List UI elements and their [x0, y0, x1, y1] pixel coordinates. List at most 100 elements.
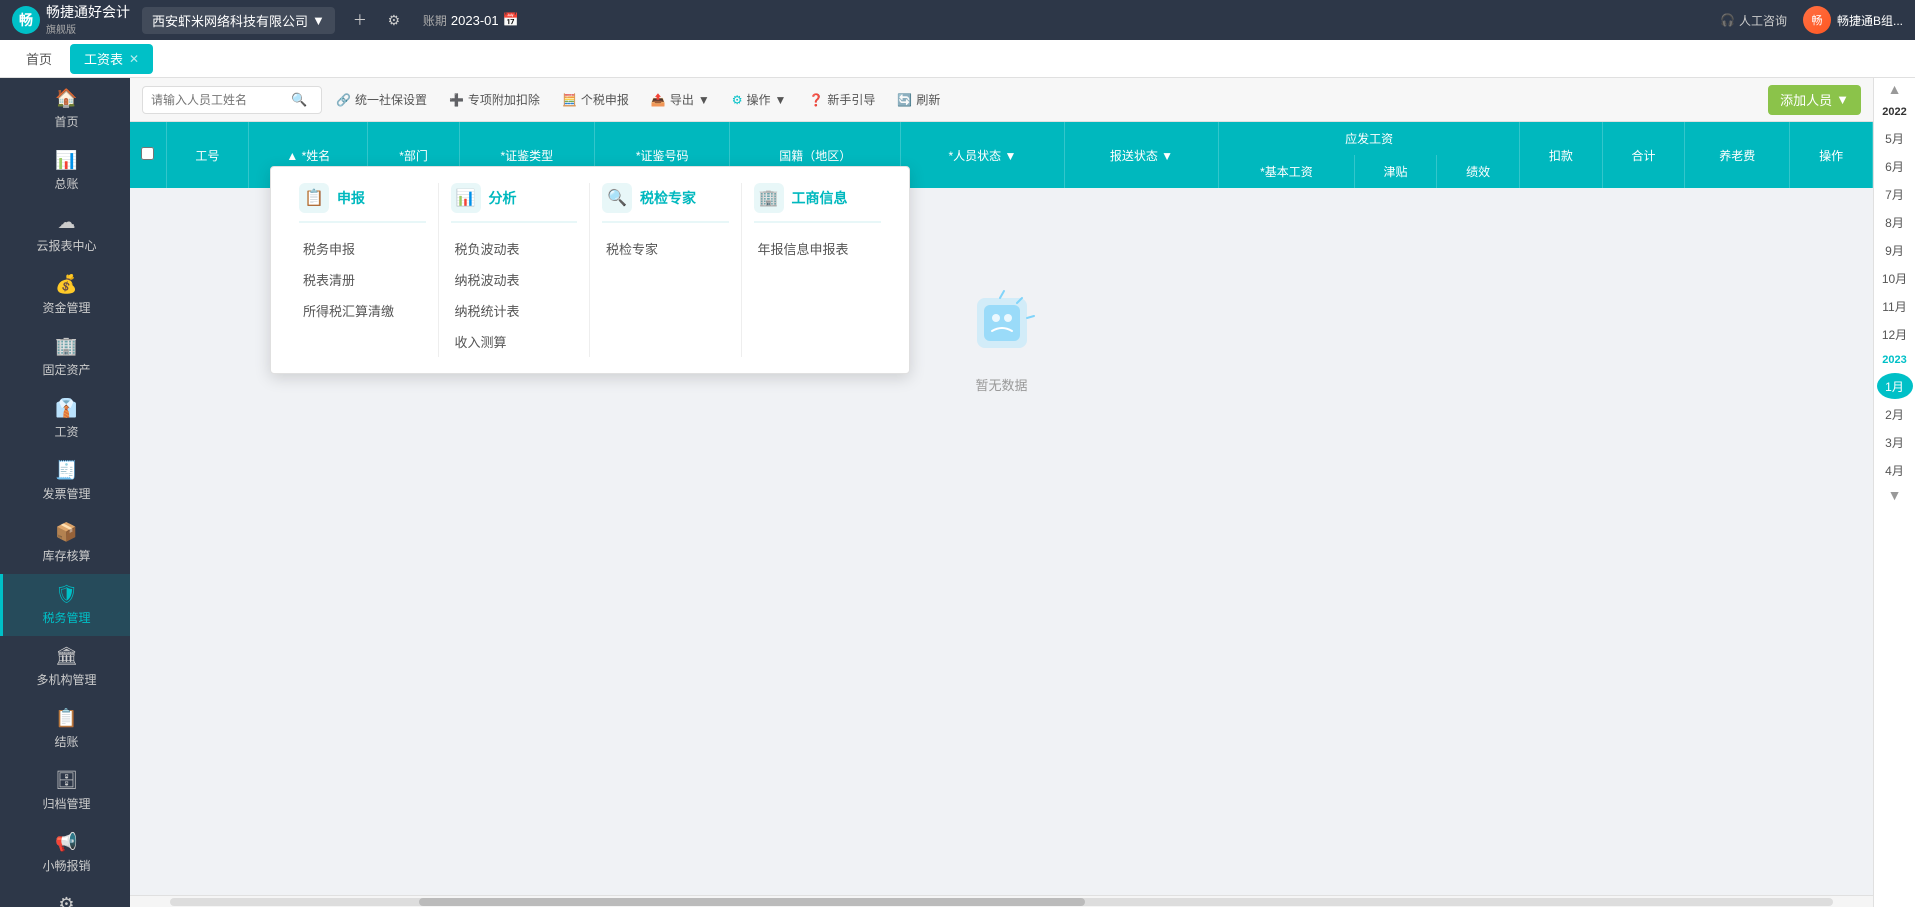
tax-report-btn[interactable]: 🧮 个税申报: [556, 91, 635, 108]
sidebar-item-home[interactable]: 🏠 首页: [0, 78, 130, 140]
search-input[interactable]: [151, 93, 291, 107]
th-total: 合计: [1602, 122, 1685, 188]
top-right: 🎧 人工咨询 畅 畅捷通B组...: [1720, 6, 1903, 34]
sidebar-archive-label: 归档管理: [42, 795, 90, 812]
month-2022-07[interactable]: 7月: [1877, 181, 1913, 207]
sidebar-item-inventory[interactable]: 📦 库存核算: [0, 512, 130, 574]
month-2023-03[interactable]: 3月: [1877, 429, 1913, 455]
assets-icon: 🏢: [55, 336, 77, 357]
settings-icon-btn[interactable]: ⚙: [381, 7, 407, 33]
sidebar-item-settings[interactable]: ⚙ 基础设置: [0, 884, 130, 907]
panel-nav-down[interactable]: ▼: [1877, 484, 1913, 506]
operation-icon: ⚙: [732, 93, 743, 107]
refresh-icon: 🔄: [897, 93, 912, 107]
app-logo: 畅 畅捷通好会计 旗舰版: [12, 4, 142, 36]
sidebar-item-archive[interactable]: 🗄 归档管理: [0, 760, 130, 822]
add-person-arrow: ▼: [1836, 92, 1849, 107]
operation-btn[interactable]: ⚙ 操作 ▼: [726, 91, 793, 108]
inventory-icon: 📦: [55, 522, 77, 543]
dropdown-item-income-tax[interactable]: 所得税汇算清缴: [299, 295, 426, 326]
dropdown-menu: 📋 申报 税务申报 税表清册 所得税汇算清缴 📊 分析 税负波动表: [270, 166, 910, 374]
tab-salary-label: 工资表: [84, 49, 123, 68]
section-header-business: 🏢 工商信息: [754, 183, 882, 223]
sidebar-inventory-label: 库存核算: [42, 547, 90, 564]
main-layout: 🏠 首页 📊 总账 ☁ 云报表中心 💰 资金管理 🏢 固定资产 👔 工资 🧾 发…: [0, 78, 1915, 907]
panel-nav-up[interactable]: ▲: [1877, 78, 1913, 100]
year-2022-label: 2022: [1882, 100, 1906, 124]
sidebar-item-funds[interactable]: 💰 资金管理: [0, 264, 130, 326]
staff-status-filter-icon: ▼: [1004, 149, 1016, 163]
sidebar-salary-label: 工资: [54, 423, 78, 440]
sidebar-multi-org-label: 多机构管理: [36, 671, 96, 688]
month-2023-01[interactable]: 1月: [1877, 373, 1913, 399]
tab-salary-close[interactable]: ✕: [129, 52, 139, 66]
month-2022-12[interactable]: 12月: [1877, 321, 1913, 347]
export-arrow: ▼: [698, 93, 710, 107]
sidebar-item-salary[interactable]: 👔 工资: [0, 388, 130, 450]
dropdown-item-tax-report[interactable]: 税务申报: [299, 233, 426, 264]
section-header-report: 📋 申报: [299, 183, 426, 223]
empty-text: 暂无数据: [975, 375, 1027, 394]
month-2023-04[interactable]: 4月: [1877, 457, 1913, 483]
deduction-label: 专项附加扣除: [468, 91, 540, 108]
month-2022-11[interactable]: 11月: [1877, 293, 1913, 319]
settings-icon: ⚙: [58, 894, 74, 907]
service-btn[interactable]: 🎧 人工咨询: [1720, 12, 1787, 29]
period-value: 2023-01: [451, 13, 499, 28]
dropdown-item-income-calc[interactable]: 收入测算: [451, 326, 578, 357]
th-staff-status[interactable]: *人员状态 ▼: [901, 122, 1064, 188]
ledger-icon: 📊: [55, 150, 77, 171]
dropdown-item-taxcheck[interactable]: 税检专家: [602, 233, 729, 264]
sidebar-item-ledger[interactable]: 📊 总账: [0, 140, 130, 202]
month-2022-10[interactable]: 10月: [1877, 265, 1913, 291]
social-insurance-btn[interactable]: 🔗 统一社保设置: [330, 91, 433, 108]
sidebar-item-cloud[interactable]: ☁ 云报表中心: [0, 202, 130, 264]
dropdown-section-business: 🏢 工商信息 年报信息申报表: [742, 183, 894, 357]
month-2022-08[interactable]: 8月: [1877, 209, 1913, 235]
th-payable-wages: 应发工资: [1219, 122, 1520, 155]
sidebar-item-tax[interactable]: 🛡 税务管理: [0, 574, 130, 636]
sidebar-item-multi-org[interactable]: 🏛 多机构管理: [0, 636, 130, 698]
month-2022-09[interactable]: 9月: [1877, 237, 1913, 263]
headset-icon: 🎧: [1720, 13, 1735, 27]
sidebar-item-invoice[interactable]: 🧾 发票管理: [0, 450, 130, 512]
company-selector[interactable]: 西安虾米网络科技有限公司 ▼: [142, 7, 335, 34]
month-2023-02[interactable]: 2月: [1877, 401, 1913, 427]
dropdown-item-tax-burden[interactable]: 税负波动表: [451, 233, 578, 264]
user-info[interactable]: 畅 畅捷通B组...: [1803, 6, 1903, 34]
add-person-button[interactable]: 添加人员 ▼: [1768, 85, 1861, 115]
dropdown-item-annual-report[interactable]: 年报信息申报表: [754, 233, 882, 264]
dropdown-item-tax-payment[interactable]: 纳税波动表: [451, 264, 578, 295]
dropdown-item-tax-stats[interactable]: 纳税统计表: [451, 295, 578, 326]
select-all-checkbox[interactable]: [141, 147, 154, 160]
period-label: 账期: [423, 12, 447, 29]
th-report-status[interactable]: 报送状态 ▼: [1064, 122, 1219, 188]
refresh-btn[interactable]: 🔄 刷新: [891, 91, 946, 108]
sidebar-item-expense[interactable]: 📢 小畅报销: [0, 822, 130, 884]
cloud-icon: ☁: [58, 212, 76, 233]
guide-btn[interactable]: ❓ 新手引导: [802, 91, 881, 108]
report-status-filter-icon: ▼: [1161, 149, 1173, 163]
month-2022-06[interactable]: 6月: [1877, 153, 1913, 179]
social-label: 统一社保设置: [355, 91, 427, 108]
deduction-icon: ➕: [449, 93, 464, 107]
tax-report-label: 个税申报: [581, 91, 629, 108]
calendar-icon[interactable]: 📅: [503, 12, 519, 28]
sidebar-item-closing[interactable]: 📋 结账: [0, 698, 130, 760]
month-2022-05[interactable]: 5月: [1877, 125, 1913, 151]
operation-label: 操作: [747, 91, 771, 108]
sidebar-item-assets[interactable]: 🏢 固定资产: [0, 326, 130, 388]
section-title-taxcheck: 税检专家: [640, 188, 696, 208]
dropdown-item-tax-register[interactable]: 税表清册: [299, 264, 426, 295]
export-label: 导出: [670, 91, 694, 108]
th-checkbox[interactable]: [130, 122, 166, 188]
salary-icon: 👔: [55, 398, 77, 419]
scroll-bar-track: [170, 898, 1833, 906]
tab-salary[interactable]: 工资表 ✕: [70, 44, 153, 74]
tab-home[interactable]: 首页: [12, 44, 66, 74]
export-btn[interactable]: 📤 导出 ▼: [645, 91, 716, 108]
deduction-btn[interactable]: ➕ 专项附加扣除: [443, 91, 546, 108]
scroll-bar-thumb[interactable]: [419, 898, 1084, 906]
year-2023-label: 2023: [1882, 348, 1906, 372]
add-icon-btn[interactable]: ＋: [347, 7, 373, 33]
